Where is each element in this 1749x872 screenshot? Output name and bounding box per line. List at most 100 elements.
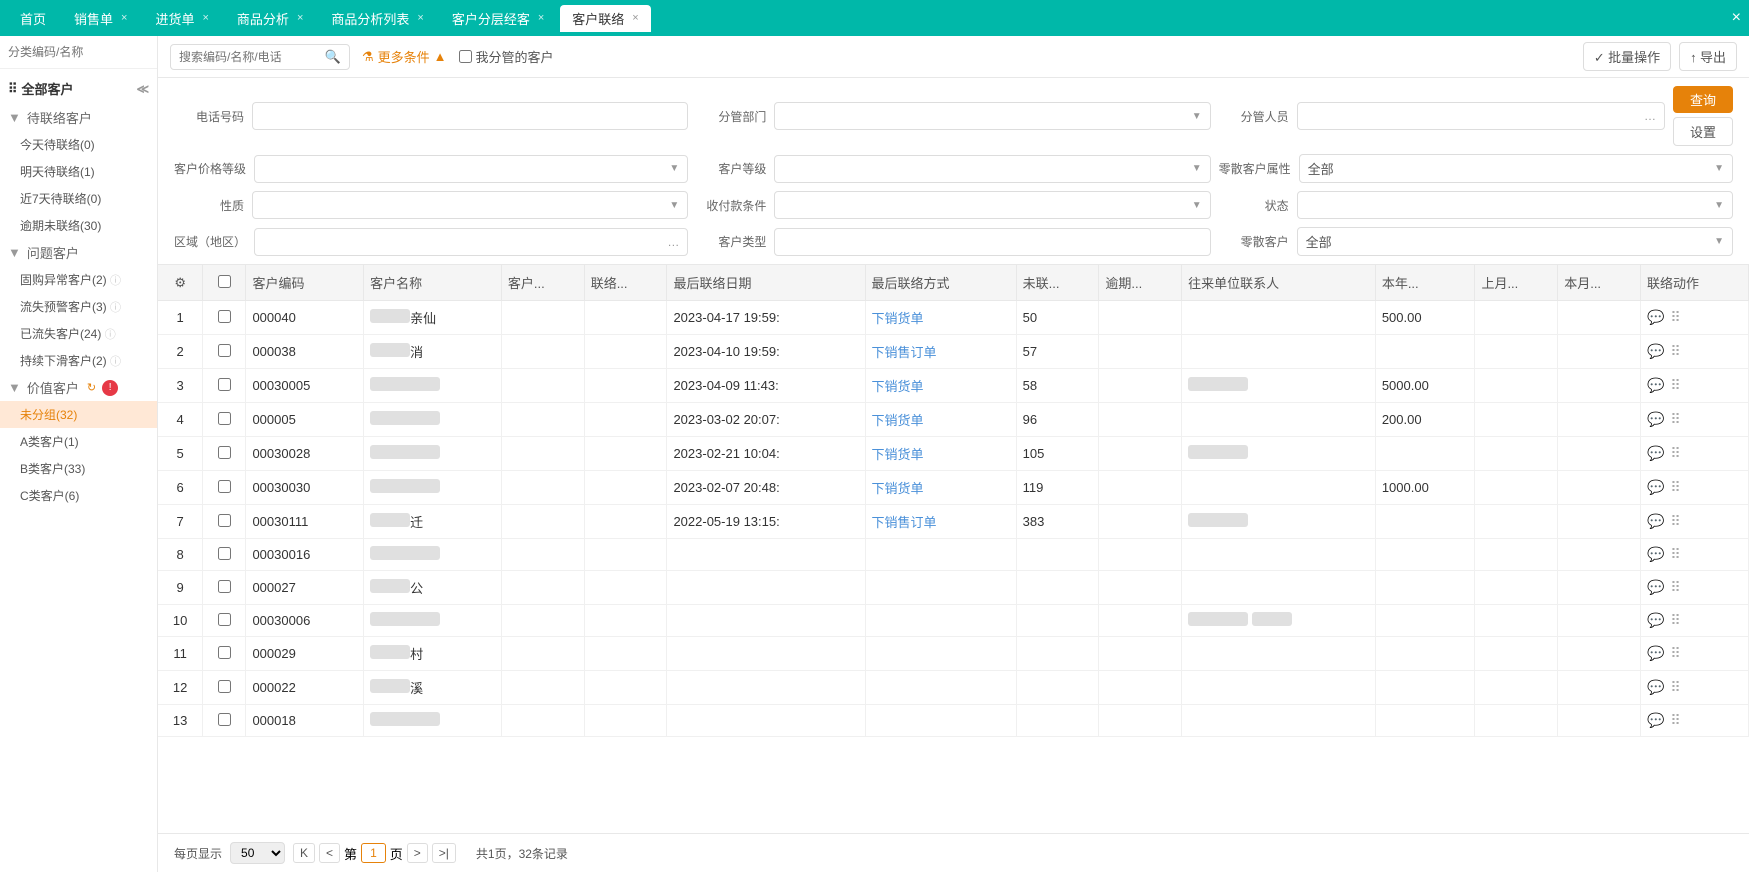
reset-button[interactable]: 设置 [1673, 117, 1733, 146]
chat-icon[interactable]: 💬 [1647, 309, 1664, 326]
sidebar-search-input[interactable] [8, 45, 158, 59]
sidebar-item-losswarning[interactable]: 流失预警客户(3) ⓘ [0, 293, 157, 320]
close-all-button[interactable]: × [1732, 9, 1741, 27]
row-checkbox[interactable] [218, 446, 231, 459]
grid-action-icon[interactable]: ⠿ [1670, 343, 1680, 360]
tab-home[interactable]: 首页 [8, 5, 58, 32]
region-select[interactable]: … [254, 228, 688, 256]
next-page-button[interactable]: > [407, 843, 428, 863]
chat-icon[interactable]: 💬 [1647, 479, 1664, 496]
close-customer-contact-icon[interactable]: × [632, 12, 638, 24]
sidebar-item-class-c[interactable]: C类客户(6) [0, 482, 157, 509]
row-checkbox[interactable] [218, 310, 231, 323]
row-checkbox[interactable] [218, 646, 231, 659]
tab-sales[interactable]: 销售单 × [62, 5, 139, 32]
chat-icon[interactable]: 💬 [1647, 579, 1664, 596]
chat-icon[interactable]: 💬 [1647, 445, 1664, 462]
contact-method-link[interactable]: 下销货单 [872, 447, 924, 462]
row-checkbox[interactable] [218, 514, 231, 527]
more-conditions-button[interactable]: ⚗ 更多条件 ▲ [362, 47, 447, 66]
grid-action-icon[interactable]: ⠿ [1670, 679, 1680, 696]
chat-icon[interactable]: 💬 [1647, 645, 1664, 662]
first-page-button[interactable]: K [293, 843, 315, 863]
search-icon[interactable]: 🔍 [325, 49, 341, 65]
prev-page-button[interactable]: < [319, 843, 340, 863]
last-page-button[interactable]: >| [432, 843, 456, 863]
sidebar-item-abnormal[interactable]: 固购异常客户(2) ⓘ [0, 266, 157, 293]
search-input[interactable] [179, 50, 321, 64]
section-pending-contact[interactable]: ▼ 待联络客户 [0, 104, 157, 131]
grid-action-icon[interactable]: ⠿ [1670, 479, 1680, 496]
chat-icon[interactable]: 💬 [1647, 712, 1664, 729]
row-checkbox[interactable] [218, 713, 231, 726]
close-purchase-icon[interactable]: × [202, 12, 208, 24]
chat-icon[interactable]: 💬 [1647, 612, 1664, 629]
row-checkbox[interactable] [218, 580, 231, 593]
status-select[interactable]: ▼ [1297, 191, 1733, 219]
contact-method-link[interactable]: 下销货单 [872, 481, 924, 496]
sparse-attr-select[interactable]: 全部 ▼ [1299, 154, 1733, 183]
grid-action-icon[interactable]: ⠿ [1670, 445, 1680, 462]
sidebar-item-today[interactable]: 今天待联络(0) [0, 131, 157, 158]
row-checkbox[interactable] [218, 412, 231, 425]
chat-icon[interactable]: 💬 [1647, 513, 1664, 530]
contact-method-link[interactable]: 下销货单 [872, 311, 924, 326]
customer-level-select[interactable]: ▼ [774, 155, 1210, 183]
value-reload-icon[interactable]: ↻ [87, 381, 96, 394]
sidebar-item-class-b[interactable]: B类客户(33) [0, 455, 157, 482]
contact-method-link[interactable]: 下销售订单 [872, 345, 937, 360]
query-button[interactable]: 查询 [1673, 86, 1733, 113]
person-dots-icon[interactable]: … [1644, 109, 1656, 123]
tab-customer-layer[interactable]: 客户分层经客 × [440, 5, 556, 32]
customer-type-input[interactable] [774, 228, 1210, 256]
close-goods-analysis-list-icon[interactable]: × [417, 12, 423, 24]
grid-action-icon[interactable]: ⠿ [1670, 645, 1680, 662]
sidebar-item-lost[interactable]: 已流失客户(24) ⓘ [0, 320, 157, 347]
contact-method-link[interactable]: 下销货单 [872, 379, 924, 394]
sidebar-item-tomorrow[interactable]: 明天待联络(1) [0, 158, 157, 185]
person-select[interactable]: … [1297, 102, 1665, 130]
chat-icon[interactable]: 💬 [1647, 343, 1664, 360]
page-size-select[interactable]: 50 20 100 [230, 842, 285, 864]
chat-icon[interactable]: 💬 [1647, 679, 1664, 696]
sidebar-item-declining[interactable]: 持续下滑客户(2) ⓘ [0, 347, 157, 374]
chat-icon[interactable]: 💬 [1647, 411, 1664, 428]
row-checkbox[interactable] [218, 547, 231, 560]
row-checkbox[interactable] [218, 480, 231, 493]
grid-action-icon[interactable]: ⠿ [1670, 612, 1680, 629]
sparse-customer-select[interactable]: 全部 ▼ [1297, 227, 1733, 256]
contact-method-link[interactable]: 下销售订单 [872, 515, 937, 530]
row-checkbox[interactable] [218, 613, 231, 626]
nature-select[interactable]: ▼ [252, 191, 688, 219]
section-problem-customers[interactable]: ▼ 问题客户 [0, 239, 157, 266]
grid-action-icon[interactable]: ⠿ [1670, 513, 1680, 530]
contact-method-link[interactable]: 下销货单 [872, 413, 924, 428]
close-customer-layer-icon[interactable]: × [538, 12, 544, 24]
payment-select[interactable]: ▼ [774, 191, 1210, 219]
export-button[interactable]: ↑ 导出 [1679, 42, 1737, 71]
collapse-icon[interactable]: ≪ [136, 82, 149, 96]
grid-action-icon[interactable]: ⠿ [1670, 546, 1680, 563]
close-sales-icon[interactable]: × [121, 12, 127, 24]
sidebar-item-class-a[interactable]: A类客户(1) [0, 428, 157, 455]
batch-op-button[interactable]: ✓ 批量操作 [1583, 42, 1671, 71]
phone-input[interactable] [252, 102, 688, 130]
row-checkbox[interactable] [218, 344, 231, 357]
my-customers-checkbox[interactable] [459, 50, 472, 63]
row-checkbox[interactable] [218, 680, 231, 693]
chat-icon[interactable]: 💬 [1647, 546, 1664, 563]
close-goods-analysis-icon[interactable]: × [297, 12, 303, 24]
sidebar-item-7days[interactable]: 近7天待联络(0) [0, 185, 157, 212]
grid-action-icon[interactable]: ⠿ [1670, 579, 1680, 596]
tab-customer-contact[interactable]: 客户联络 × [560, 5, 650, 32]
sidebar-item-overdue[interactable]: 逾期未联络(30) [0, 212, 157, 239]
section-value-customers[interactable]: ▼ 价值客户 ↻ ! [0, 374, 157, 401]
sidebar-all-customers[interactable]: ⠿ 全部客户 ≪ [0, 73, 157, 104]
price-level-select[interactable]: ▼ [254, 155, 688, 183]
chat-icon[interactable]: 💬 [1647, 377, 1664, 394]
grid-action-icon[interactable]: ⠿ [1670, 712, 1680, 729]
grid-action-icon[interactable]: ⠿ [1670, 377, 1680, 394]
row-checkbox[interactable] [218, 378, 231, 391]
dept-select[interactable]: ▼ [774, 102, 1210, 130]
tab-goods-analysis-list[interactable]: 商品分析列表 × [319, 5, 435, 32]
